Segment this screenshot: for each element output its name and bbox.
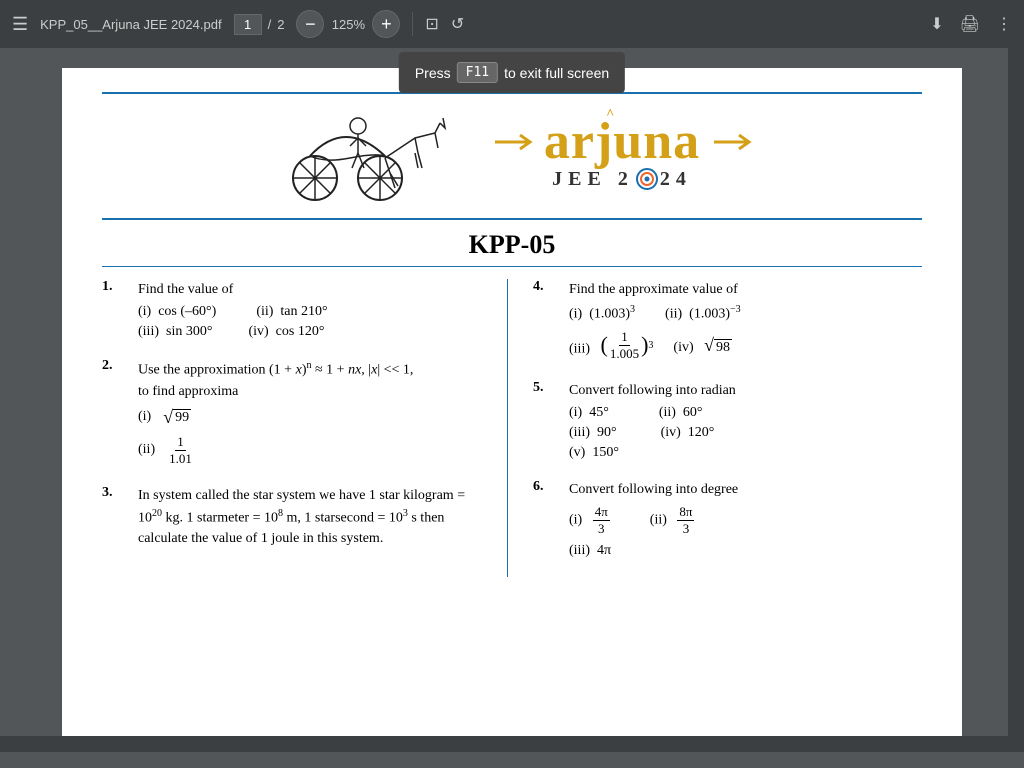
fit-page-button[interactable]: ⊡ [425, 14, 438, 34]
brand-logo: arj^una JEE 2 [490, 116, 754, 191]
q6-text: Convert following into degree [569, 479, 738, 500]
q6-part-ii: (ii) 8π 3 [650, 504, 695, 537]
fullscreen-tooltip: Press F11 to exit full screen [399, 52, 625, 93]
q4-parts: (i) (1.003)3 (ii) (1.003)−3 (iii) ( 1 1.… [533, 304, 922, 362]
q6-part-iii: (iii) 4π [569, 543, 611, 558]
question-4: 4. Find the approximate value of (i) (1.… [533, 279, 922, 362]
zoom-value: 125% [328, 17, 368, 32]
q5-part-ii: (ii) 60° [659, 405, 703, 421]
more-options-button[interactable]: ⋮ [996, 14, 1012, 34]
rotate-button[interactable]: ↺ [451, 14, 464, 34]
tooltip-press-text: Press [415, 65, 451, 81]
chariot-illustration [270, 98, 470, 208]
question-5: 5. Convert following into radian (i) 45°… [533, 380, 922, 461]
q6-number: 6. [533, 479, 557, 500]
q1-text: Find the value of [138, 279, 233, 300]
q5-part-iii: (iii) 90° [569, 425, 617, 441]
right-column: 4. Find the approximate value of (i) (1.… [517, 279, 922, 577]
q4-number: 4. [533, 279, 557, 300]
viewer-area[interactable]: arj^una JEE 2 [0, 48, 1024, 752]
menu-icon[interactable]: ☰ [12, 14, 28, 35]
q5-part-v: (v) 150° [569, 445, 619, 460]
pdf-header: arj^una JEE 2 [102, 98, 922, 208]
tooltip-suffix: to exit full screen [504, 65, 609, 81]
q6-part-i: (i) 4π 3 [569, 504, 610, 537]
target-icon [636, 168, 658, 190]
brand-una: una [613, 113, 700, 170]
chariot-svg [270, 98, 470, 208]
q5-parts: (i) 45° (ii) 60° (iii) 90° (iv) 120° (v)… [533, 405, 922, 461]
questions-grid: 1. Find the value of (i) cos (–60°) (ii)… [102, 279, 922, 577]
scrollbar-vertical[interactable] [1008, 48, 1024, 752]
question-2: 2. Use the approximation (1 + x)n ≈ 1 + … [102, 358, 491, 467]
jee-2024-text: JEE 2 24 [552, 168, 692, 191]
brand-text: ar [544, 113, 595, 170]
toolbar-right: ⬇ 🖨 ⋮ [930, 14, 1012, 34]
section-divider [102, 266, 922, 267]
download-button[interactable]: ⬇ [930, 14, 943, 34]
q3-number: 3. [102, 485, 126, 550]
q6-parts: (i) 4π 3 (ii) 8π 3 [533, 504, 922, 559]
q2-text: Use the approximation (1 + x)n ≈ 1 + nx,… [138, 358, 413, 402]
print-button[interactable]: 🖨 [960, 14, 980, 34]
question-1: 1. Find the value of (i) cos (–60°) (ii)… [102, 279, 491, 340]
brand-j: j^ [595, 116, 613, 168]
q4-part-ii: (ii) (1.003)−3 [665, 304, 741, 323]
page-separator: / [268, 17, 272, 32]
q4-part-iii: (iii) ( 1 1.005 ) 3 [569, 329, 653, 362]
toolbar: ☰ KPP_05__Arjuna JEE 2024.pdf / 2 − 125%… [0, 0, 1024, 48]
q1-parts: (i) cos (–60°) (ii) tan 210° (iii) sin 3… [102, 304, 491, 340]
q2-part-i-label: (i) [138, 409, 151, 425]
q5-part-i: (i) 45° [569, 405, 609, 421]
q3-text: In system called the star system we have… [138, 485, 491, 550]
q1-number: 1. [102, 279, 126, 300]
document-title: KPP_05__Arjuna JEE 2024.pdf [40, 17, 221, 32]
zoom-in-button[interactable]: + [372, 10, 400, 38]
zoom-out-button[interactable]: − [296, 10, 324, 38]
q4-text: Find the approximate value of [569, 279, 738, 300]
q1-part-iii: (iii) sin 300° [138, 324, 212, 340]
page-total: 2 [277, 17, 284, 32]
q4-part-iv: (iv) √98 [673, 335, 732, 356]
question-6: 6. Convert following into degree (i) 4π … [533, 479, 922, 559]
question-3: 3. In system called the star system we h… [102, 485, 491, 550]
q2-parts: (i) √99 (ii) 1 1.01 [102, 408, 491, 467]
q1-part-i: (i) cos (–60°) [138, 304, 216, 320]
q5-part-iv: (iv) 120° [661, 425, 715, 441]
pdf-page: arj^una JEE 2 [62, 68, 962, 748]
left-arrow-icon [490, 127, 540, 157]
q2-part-i-value: √99 [163, 408, 191, 426]
page-number-input[interactable] [234, 14, 262, 35]
q2-part-ii-label: (ii) [138, 442, 155, 458]
right-arrow-icon [704, 127, 754, 157]
q5-number: 5. [533, 380, 557, 401]
left-column: 1. Find the value of (i) cos (–60°) (ii)… [102, 279, 507, 577]
q2-part-ii-value: 1 1.01 [167, 434, 194, 467]
scrollbar-horizontal[interactable] [0, 736, 1024, 752]
zoom-controls: − 125% + [296, 10, 400, 38]
q5-text: Convert following into radian [569, 380, 736, 401]
divider [412, 12, 413, 36]
q1-part-ii: (ii) tan 210° [256, 304, 327, 320]
kpp-title: KPP-05 [102, 230, 922, 260]
q2-number: 2. [102, 358, 126, 402]
tooltip-key: F11 [457, 62, 498, 83]
q1-part-iv: (iv) cos 120° [248, 324, 324, 340]
q4-part-i: (i) (1.003)3 [569, 304, 635, 323]
column-divider [507, 279, 517, 577]
header-bottom-line [102, 218, 922, 220]
page-navigation: / 2 [234, 14, 285, 35]
